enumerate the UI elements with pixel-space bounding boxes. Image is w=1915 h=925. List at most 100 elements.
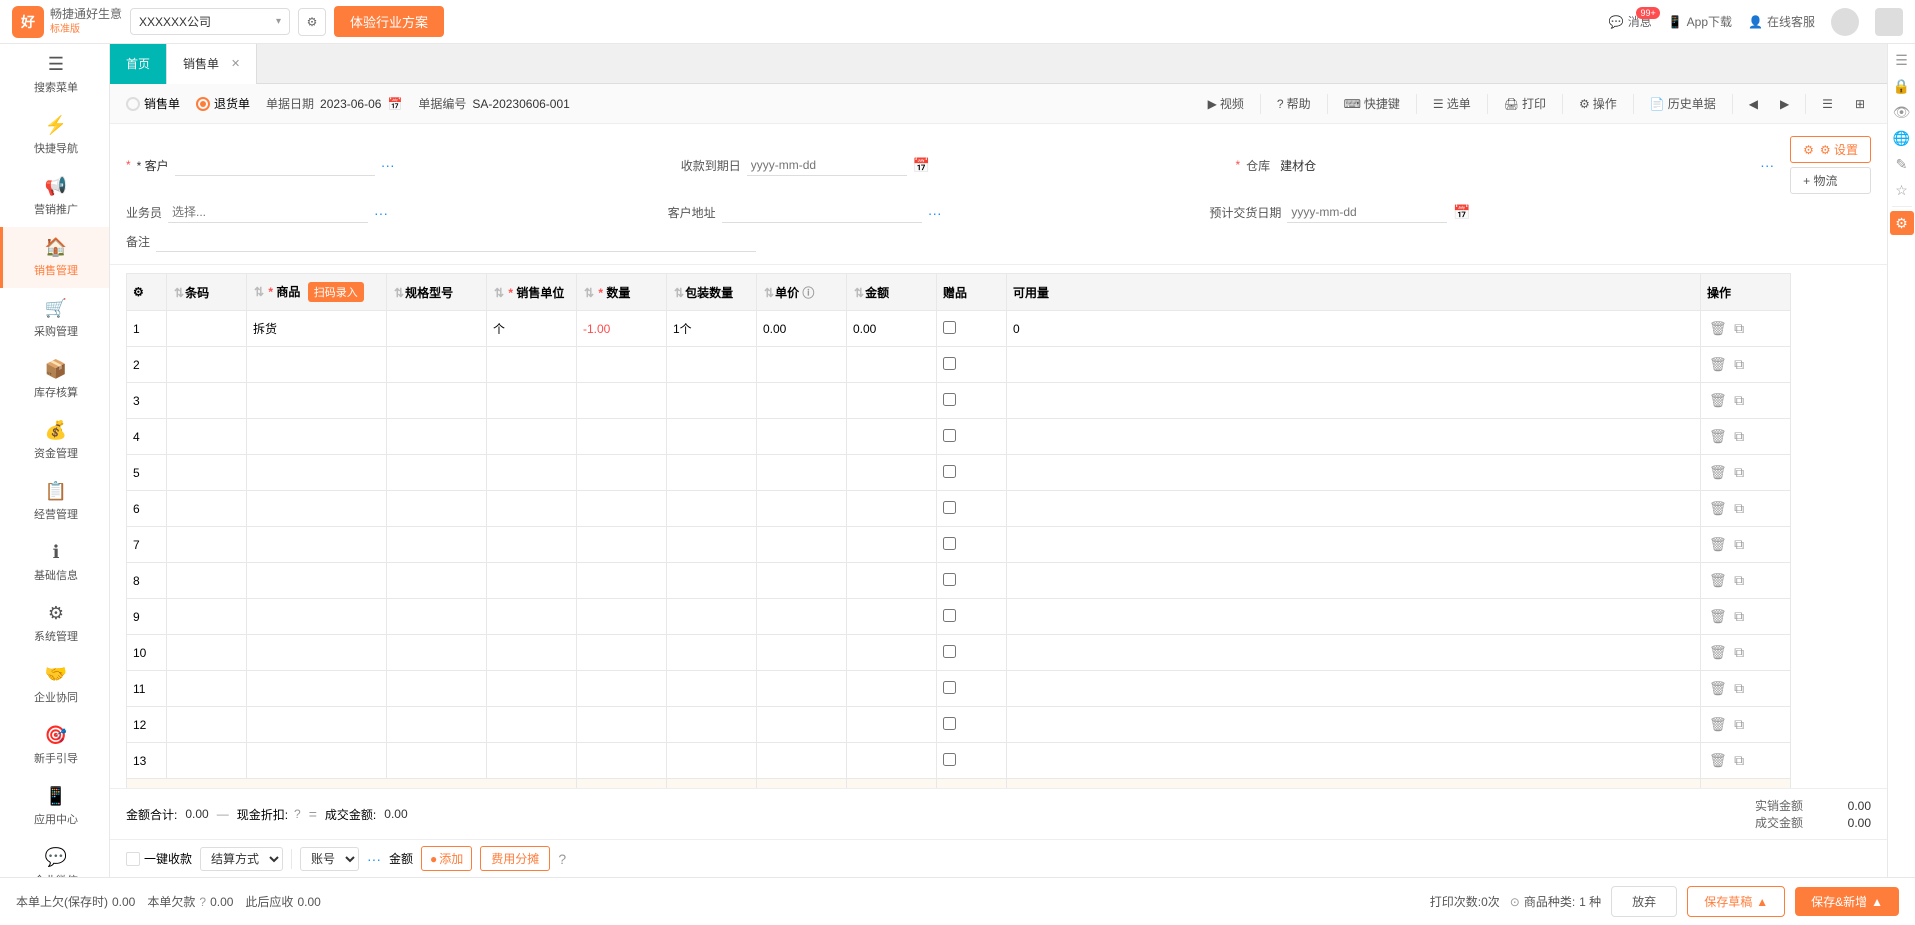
tab-sales[interactable]: 销售单 ✕ (167, 44, 257, 84)
row-gift[interactable] (937, 707, 1007, 743)
row-unit[interactable] (487, 383, 577, 419)
delete-row-icon[interactable]: 🗑 (1709, 500, 1727, 516)
layout-list-btn[interactable]: ☰ (1816, 94, 1839, 114)
online-support-btn[interactable]: 👤 在线客服 (1748, 13, 1815, 30)
row-unit[interactable] (487, 599, 577, 635)
row-product[interactable] (247, 491, 387, 527)
single-debt-info-icon[interactable]: ? (199, 895, 206, 909)
unit-price-input[interactable] (763, 394, 840, 408)
barcode-input[interactable] (173, 538, 240, 552)
row-spec[interactable] (387, 527, 487, 563)
pack-qty-input[interactable] (673, 610, 750, 624)
row-quantity[interactable] (577, 419, 667, 455)
row-product[interactable] (247, 455, 387, 491)
row-barcode[interactable] (167, 347, 247, 383)
user-avatar[interactable] (1831, 8, 1859, 36)
radio-sale[interactable]: 销售单 (126, 95, 180, 112)
row-barcode[interactable] (167, 311, 247, 347)
pack-qty-input[interactable] (673, 394, 750, 408)
price-info-icon[interactable]: ⓘ (802, 286, 814, 300)
row-gift[interactable] (937, 671, 1007, 707)
barcode-input[interactable] (173, 502, 240, 516)
gift-checkbox[interactable] (943, 645, 956, 658)
quantity-input[interactable] (583, 430, 660, 444)
video-btn[interactable]: ▶ 视频 (1202, 92, 1250, 115)
product-input[interactable] (253, 321, 380, 335)
spec-input[interactable] (393, 682, 480, 696)
unit-input[interactable] (493, 502, 570, 516)
quantity-input[interactable] (583, 646, 660, 660)
row-pack-qty[interactable] (667, 347, 757, 383)
row-unit[interactable] (487, 527, 577, 563)
unit-input[interactable] (493, 321, 570, 335)
row-spec[interactable] (387, 455, 487, 491)
unit-price-input[interactable] (763, 322, 840, 336)
amount-input[interactable] (853, 538, 930, 552)
row-gift[interactable] (937, 491, 1007, 527)
unit-input[interactable] (493, 538, 570, 552)
sidebar-item-sales[interactable]: 🏠 销售管理 (0, 227, 109, 288)
row-quantity[interactable] (577, 347, 667, 383)
gift-checkbox[interactable] (943, 537, 956, 550)
row-product[interactable] (247, 563, 387, 599)
row-barcode[interactable] (167, 671, 247, 707)
row-unit-price[interactable] (757, 671, 847, 707)
row-gift[interactable] (937, 599, 1007, 635)
row-unit[interactable] (487, 455, 577, 491)
row-spec[interactable] (387, 383, 487, 419)
sidebar-item-system[interactable]: ⚙ 系统管理 (0, 593, 109, 654)
delete-row-icon[interactable]: 🗑 (1709, 320, 1727, 336)
spec-input[interactable] (393, 538, 480, 552)
app-download-btn[interactable]: 📱 App下载 (1668, 13, 1732, 30)
row-amount[interactable] (847, 455, 937, 491)
delete-row-icon[interactable]: 🗑 (1709, 716, 1727, 732)
sidebar-item-search[interactable]: ☰ 搜索菜单 (0, 44, 109, 105)
copy-row-icon[interactable]: ⧉ (1734, 500, 1744, 516)
customer-addr-dots-icon[interactable]: ··· (928, 205, 942, 221)
payment-date-input[interactable] (747, 155, 907, 176)
product-input[interactable] (253, 574, 380, 588)
unit-input[interactable] (493, 358, 570, 372)
unit-input[interactable] (493, 394, 570, 408)
row-product[interactable] (247, 671, 387, 707)
salesman-input[interactable] (168, 202, 368, 223)
customer-dots-icon[interactable]: ··· (381, 157, 395, 173)
row-amount[interactable] (847, 635, 937, 671)
amount-input[interactable] (853, 682, 930, 696)
row-unit-price[interactable] (757, 311, 847, 347)
row-spec[interactable] (387, 599, 487, 635)
gift-checkbox[interactable] (943, 393, 956, 406)
quantity-input[interactable] (583, 466, 660, 480)
sidebar-item-marketing[interactable]: 📢 营销推广 (0, 166, 109, 227)
row-barcode[interactable] (167, 563, 247, 599)
delete-row-icon[interactable]: 🗑 (1709, 752, 1727, 768)
amount-input[interactable] (853, 610, 930, 624)
row-unit[interactable] (487, 635, 577, 671)
barcode-input[interactable] (173, 466, 240, 480)
copy-row-icon[interactable]: ⧉ (1734, 536, 1744, 552)
row-pack-qty[interactable] (667, 491, 757, 527)
quantity-input[interactable] (583, 718, 660, 732)
spec-input[interactable] (393, 322, 480, 336)
save-draft-btn[interactable]: 保存草稿 ▲ (1687, 886, 1785, 917)
save-new-btn[interactable]: 保存&新增 ▲ (1795, 887, 1899, 916)
gift-checkbox[interactable] (943, 717, 956, 730)
tab-close-icon[interactable]: ✕ (231, 57, 240, 70)
row-gift[interactable] (937, 383, 1007, 419)
row-product[interactable] (247, 383, 387, 419)
pack-qty-input[interactable] (673, 754, 750, 768)
barcode-input[interactable] (173, 394, 240, 408)
delete-row-icon[interactable]: 🗑 (1709, 644, 1727, 660)
row-pack-qty[interactable] (667, 527, 757, 563)
delete-row-icon[interactable]: 🗑 (1709, 608, 1727, 624)
barcode-input[interactable] (173, 610, 240, 624)
row-spec[interactable] (387, 635, 487, 671)
row-spec[interactable] (387, 707, 487, 743)
row-gift[interactable] (937, 455, 1007, 491)
row-barcode[interactable] (167, 455, 247, 491)
nav-prev-btn[interactable]: ◀ (1743, 94, 1764, 114)
row-barcode[interactable] (167, 527, 247, 563)
pack-qty-input[interactable] (673, 646, 750, 660)
barcode-input[interactable] (173, 358, 240, 372)
row-barcode[interactable] (167, 383, 247, 419)
